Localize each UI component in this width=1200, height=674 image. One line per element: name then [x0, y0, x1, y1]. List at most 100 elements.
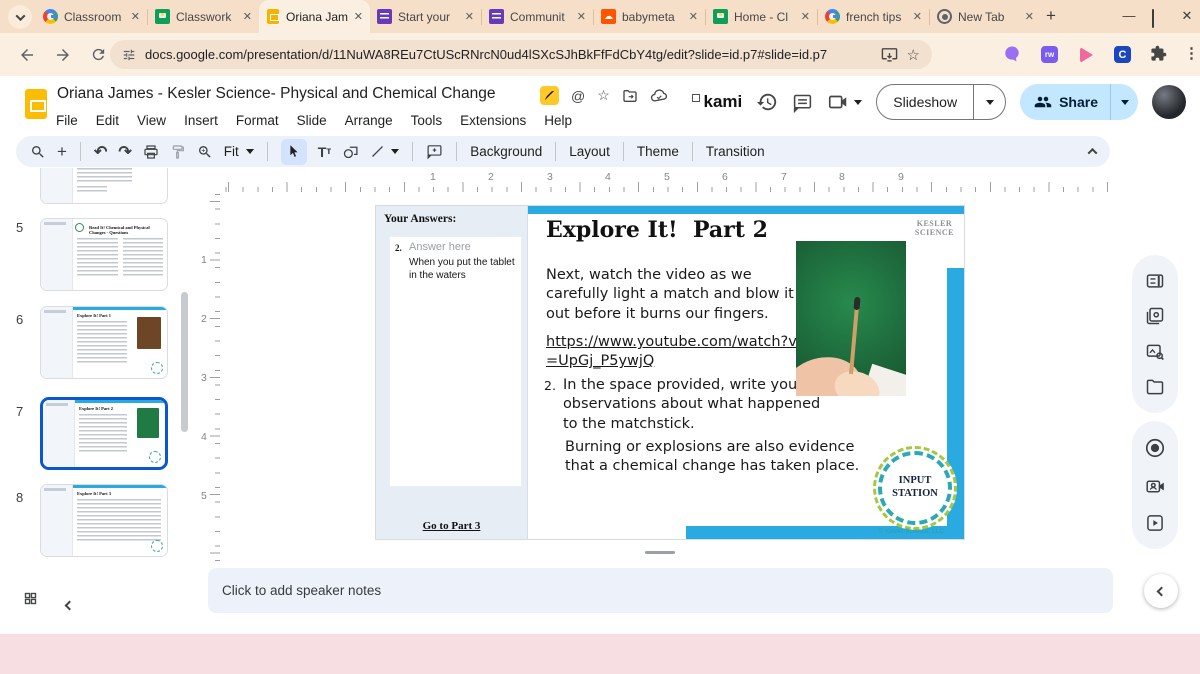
slide-title[interactable]: Explore It! Part 2 — [546, 217, 768, 243]
kami-extension-icon[interactable] — [1003, 45, 1021, 63]
filmstrip-scrollbar[interactable] — [181, 292, 188, 432]
slide-paragraph-1[interactable]: Next, watch the video as we carefully li… — [546, 266, 798, 324]
menu-tools[interactable]: Tools — [402, 110, 452, 131]
menu-file[interactable]: File — [47, 110, 87, 131]
match-photo[interactable] — [796, 241, 906, 396]
tab-classwork[interactable]: Classwork ✕ — [148, 0, 259, 33]
open-in-kami-button[interactable]: kami — [691, 92, 742, 112]
document-title[interactable]: Oriana James - Kesler Science- Physical … — [57, 85, 496, 103]
image-search-icon[interactable] — [1145, 342, 1165, 362]
slideshow-dropdown[interactable] — [973, 85, 1005, 119]
share-button[interactable]: Share — [1020, 84, 1138, 120]
text-box-tool[interactable]: Tт — [318, 144, 331, 160]
tab-home-classroom[interactable]: Home - Cl ✕ — [706, 0, 817, 33]
tab-babymetal[interactable]: ☁ babymeta ✕ — [594, 0, 705, 33]
close-icon[interactable]: ✕ — [913, 10, 922, 23]
account-avatar[interactable] — [1152, 85, 1186, 119]
new-tab-button[interactable]: + — [1046, 6, 1056, 26]
undo-button[interactable]: ↶ — [94, 142, 107, 162]
grid-view-button[interactable] — [23, 591, 38, 606]
collapse-toolbar-button[interactable] — [1087, 147, 1098, 158]
site-settings-icon[interactable] — [122, 48, 136, 62]
close-icon[interactable]: ✕ — [131, 10, 140, 23]
slide-thumbnail-4-partial[interactable] — [40, 168, 168, 204]
theme-button[interactable]: Theme — [637, 144, 679, 159]
comments-icon[interactable] — [792, 92, 813, 113]
folder-icon[interactable] — [1145, 377, 1165, 397]
menu-slide[interactable]: Slide — [288, 110, 336, 131]
reload-button[interactable] — [90, 46, 107, 63]
minimize-window-button[interactable]: — — [1114, 8, 1144, 23]
slideshow-button[interactable]: Slideshow — [876, 84, 1007, 120]
tab-french-tips[interactable]: french tips ✕ — [818, 0, 929, 33]
close-icon[interactable]: ✕ — [1025, 10, 1034, 23]
tab-oriana-james-active[interactable]: Oriana Jam ✕ — [259, 0, 370, 33]
restore-window-button[interactable] — [1152, 9, 1154, 28]
tab-search-button[interactable] — [8, 5, 32, 29]
close-icon[interactable]: ✕ — [354, 10, 363, 23]
share-dropdown[interactable] — [1110, 84, 1138, 120]
forward-button[interactable] — [54, 46, 72, 64]
menu-format[interactable]: Format — [227, 110, 288, 131]
media-gallery-icon[interactable] — [1145, 306, 1165, 326]
read-write-extension-icon[interactable]: rw — [1041, 46, 1058, 63]
zoom-select[interactable]: Fit — [224, 144, 254, 159]
slide-main-area[interactable]: Explore It! Part 2 KESLER SCIENCE Next, … — [528, 206, 964, 539]
extensions-puzzle-icon[interactable] — [1150, 45, 1167, 62]
shape-tool[interactable] — [342, 143, 359, 160]
close-icon[interactable]: ✕ — [577, 10, 586, 23]
menu-insert[interactable]: Insert — [175, 110, 227, 131]
star-icon[interactable]: ☆ — [597, 87, 610, 104]
at-mention-icon[interactable]: @ — [571, 88, 585, 104]
close-icon[interactable]: ✕ — [689, 10, 698, 23]
slide-thumbnail-7-selected[interactable]: Explore It! Part 2 — [40, 397, 168, 470]
menu-arrange[interactable]: Arrange — [336, 110, 402, 131]
menu-help[interactable]: Help — [535, 110, 581, 131]
notes-resize-handle[interactable] — [645, 551, 675, 554]
collapse-side-panel-button[interactable] — [1144, 574, 1178, 608]
line-tool[interactable] — [370, 144, 400, 159]
camera-icon[interactable] — [1145, 476, 1166, 497]
close-icon[interactable]: ✕ — [243, 10, 252, 23]
answer-text-box[interactable]: 2. Answer here When you put the tablet i… — [390, 237, 521, 486]
transition-button[interactable]: Transition — [706, 144, 765, 159]
slide-thumbnail-8[interactable]: Explore It! Part 3 — [40, 484, 168, 557]
menu-extensions[interactable]: Extensions — [451, 110, 535, 131]
browser-menu-icon[interactable]: ⋮ — [1184, 44, 1199, 62]
layout-button[interactable]: Layout — [569, 144, 610, 159]
background-button[interactable]: Background — [470, 144, 542, 159]
close-icon[interactable]: ✕ — [801, 10, 810, 23]
clever-extension-icon[interactable]: C — [1114, 46, 1131, 63]
google-slides-logo[interactable] — [25, 89, 47, 119]
move-folder-icon[interactable] — [622, 88, 638, 104]
record-icon[interactable] — [1144, 437, 1166, 459]
paint-format-button[interactable] — [170, 144, 186, 160]
speaker-notes-input[interactable]: Click to add speaker notes — [208, 568, 1113, 613]
select-tool-active[interactable] — [280, 138, 307, 165]
collapse-filmstrip-button[interactable] — [64, 596, 75, 614]
menu-view[interactable]: View — [128, 110, 175, 131]
slide-thumbnail-5[interactable]: Read It! Chemical and Physical Changes -… — [40, 218, 168, 291]
video-play-icon[interactable] — [1145, 513, 1165, 533]
slide-thumbnail-6[interactable]: Explore It! Part 1 — [40, 306, 168, 379]
version-history-icon[interactable] — [756, 91, 778, 113]
print-button[interactable] — [143, 144, 159, 160]
cloud-status-icon[interactable] — [650, 87, 668, 105]
go-to-part-3-link[interactable]: Go to Part 3 — [376, 520, 527, 532]
tab-start-your[interactable]: Start your ✕ — [370, 0, 481, 33]
tab-community[interactable]: Communit ✕ — [482, 0, 593, 33]
tasks-panel-icon[interactable] — [1145, 271, 1165, 291]
zoom-icon[interactable] — [197, 144, 213, 160]
kami-badge-icon[interactable] — [540, 86, 559, 105]
tab-new-tab[interactable]: New Tab ✕ — [930, 0, 1041, 33]
bookmark-star-icon[interactable]: ☆ — [907, 46, 920, 64]
slide-item-2[interactable]: 2. In the space provided, write your obs… — [544, 376, 832, 434]
menu-edit[interactable]: Edit — [87, 110, 128, 131]
play-extension-icon[interactable] — [1080, 47, 1093, 63]
close-window-button[interactable]: ✕ — [1172, 8, 1200, 24]
slide-canvas[interactable]: Your Answers: 2. Answer here When you pu… — [375, 205, 965, 540]
back-button[interactable] — [18, 46, 36, 64]
your-answers-panel[interactable]: Your Answers: 2. Answer here When you pu… — [376, 206, 528, 539]
youtube-link[interactable]: https://www.youtube.com/watch?v=UpGj_P5y… — [546, 333, 798, 372]
search-menus-icon[interactable] — [30, 144, 46, 160]
